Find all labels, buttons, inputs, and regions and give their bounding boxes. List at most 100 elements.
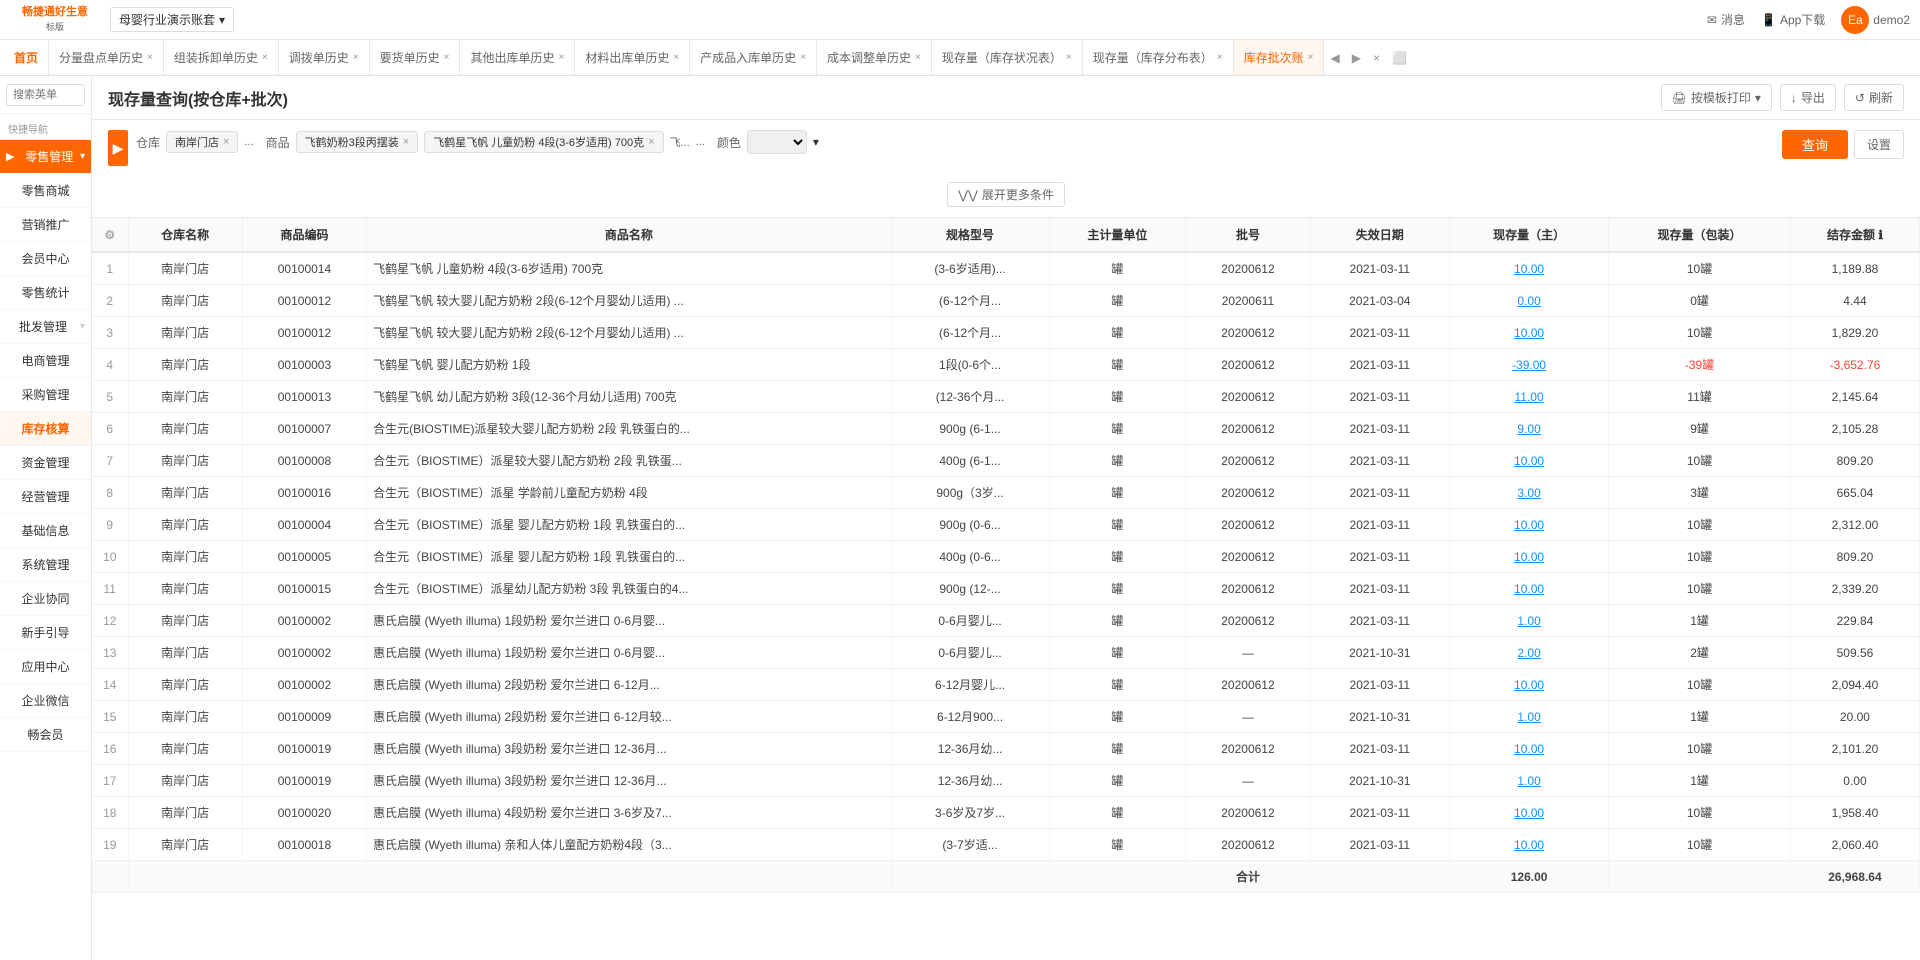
cell-qty[interactable]: 10.00 xyxy=(1449,733,1608,765)
cell-qty[interactable]: 10.00 xyxy=(1449,573,1608,605)
expand-more-button[interactable]: ⋁⋁ 展开更多条件 xyxy=(947,182,1065,207)
tab-left-arrow[interactable]: ◀ xyxy=(1324,51,1345,65)
template-print-button[interactable]: 🖨 按模板打印 ▾ xyxy=(1661,84,1772,111)
filter-expand-btn[interactable]: ▶ xyxy=(108,130,128,166)
tab-xianzunFen[interactable]: 现存量（库存分布表） × xyxy=(1083,40,1234,76)
cell-qty[interactable]: 10.00 xyxy=(1449,541,1608,573)
sidebar-item-lingShaoTong-label: 零售统计 xyxy=(6,284,85,301)
sidebar-item-lingShaoShang[interactable]: 零售商城 xyxy=(0,174,91,208)
cell-qty[interactable]: 1.00 xyxy=(1449,605,1608,637)
product-more-ellipsis[interactable]: ... xyxy=(696,136,705,148)
sidebar-item-lingShaoTong[interactable]: 零售统计 xyxy=(0,276,91,310)
sidebar-item-xiTong[interactable]: 系统管理 xyxy=(0,548,91,582)
cell-spec: 900g (0-6... xyxy=(891,509,1049,541)
cell-code: 00100009 xyxy=(242,701,366,733)
tab-fenPan-close[interactable]: × xyxy=(147,52,153,63)
message-link[interactable]: ✉ 消息 xyxy=(1707,11,1745,28)
col-settings[interactable]: ⚙ xyxy=(92,218,128,252)
sidebar-item-yingYong[interactable]: 应用中心 xyxy=(0,650,91,684)
sidebar-item-dianShang[interactable]: 电商管理 xyxy=(0,344,91,378)
warehouse-tag-close[interactable]: × xyxy=(223,136,229,148)
tab-zuZhe-close[interactable]: × xyxy=(262,52,268,63)
sidebar-item-yingXiao[interactable]: 营销推广 xyxy=(0,208,91,242)
sidebar-item-piHua[interactable]: 批发管理 ▾ xyxy=(0,310,91,344)
app-download-link[interactable]: 📱 App下载 xyxy=(1761,11,1825,28)
tab-qitaChu-close[interactable]: × xyxy=(558,52,564,63)
expand-down-icon: ⋁⋁ xyxy=(958,188,978,202)
product-tag-1-text: 飞鹤星飞帆 儿童奶粉 4段(3-6岁适用) 700克 xyxy=(433,134,644,150)
tab-chanPin-close[interactable]: × xyxy=(800,52,806,63)
cell-qty[interactable]: 9.00 xyxy=(1449,413,1608,445)
tab-right-arrow[interactable]: ▶ xyxy=(1346,51,1367,65)
tab-zuZhe[interactable]: 组装拆卸单历史 × xyxy=(164,40,279,76)
tab-diaobo-close[interactable]: × xyxy=(353,52,359,63)
cell-name: 合生元（BIOSTIME）派星 婴儿配方奶粉 1段 乳铁蛋白的... xyxy=(367,509,891,541)
sidebar-item-jingYing[interactable]: 经营管理 xyxy=(0,480,91,514)
warehouse-more[interactable]: ... xyxy=(244,136,253,148)
tab-piCi-close[interactable]: × xyxy=(1308,52,1314,63)
cell-warehouse: 南岸门店 xyxy=(128,701,242,733)
cell-qty[interactable]: 2.00 xyxy=(1449,637,1608,669)
cell-qty[interactable]: 11.00 xyxy=(1449,381,1608,413)
cell-qty[interactable]: 10.00 xyxy=(1449,445,1608,477)
sidebar-item-jiChu[interactable]: 基础信息 xyxy=(0,514,91,548)
cell-spec: 12-36月幼... xyxy=(891,765,1049,797)
cell-qty[interactable]: 3.00 xyxy=(1449,477,1608,509)
account-dropdown[interactable]: 母婴行业演示账套 ▾ xyxy=(110,7,234,32)
cell-unit: 罐 xyxy=(1049,637,1186,669)
sidebar-item-kuCun[interactable]: 库存核算 xyxy=(0,412,91,446)
cell-warehouse: 南岸门店 xyxy=(128,252,242,285)
sidebar-item-qiYe[interactable]: 企业协同 xyxy=(0,582,91,616)
tab-yaoHuo[interactable]: 要货单历史 × xyxy=(370,40,461,76)
sidebar-item-qiYeWeiXin[interactable]: 企业微信 xyxy=(0,684,91,718)
cell-qty[interactable]: -39.00 xyxy=(1449,349,1608,381)
export-button[interactable]: ↓ 导出 xyxy=(1780,84,1836,111)
tab-chengBen[interactable]: 成本调整单历史 × xyxy=(817,40,932,76)
tab-piCi[interactable]: 库存批次账 × xyxy=(1234,40,1325,76)
cell-qty[interactable]: 1.00 xyxy=(1449,765,1608,797)
cell-qty[interactable]: 10.00 xyxy=(1449,669,1608,701)
cell-code: 00100020 xyxy=(242,797,366,829)
cell-qty[interactable]: 10.00 xyxy=(1449,829,1608,861)
tab-close-all[interactable]: × xyxy=(1367,51,1386,65)
cell-qty-pack: 10罐 xyxy=(1609,733,1791,765)
tab-diaobo[interactable]: 调拨单历史 × xyxy=(279,40,370,76)
tab-caiLiao-close[interactable]: × xyxy=(673,52,679,63)
tab-fenPan[interactable]: 分量盘点单历史 × xyxy=(49,40,164,76)
sidebar-item-caiGou[interactable]: 采购管理 xyxy=(0,378,91,412)
tab-chengBen-close[interactable]: × xyxy=(915,52,921,63)
sidebar-item-xinShou[interactable]: 新手引导 xyxy=(0,616,91,650)
product-tag-1-close[interactable]: × xyxy=(648,136,654,148)
sidebar-item-lingShao[interactable]: ▶ 零售管理 ▾ xyxy=(0,140,91,174)
cell-warehouse: 南岸门店 xyxy=(128,445,242,477)
tab-qitaChu[interactable]: 其他出库单历史 × xyxy=(460,40,575,76)
sidebar-item-ziJin[interactable]: 资金管理 xyxy=(0,446,91,480)
settings-button[interactable]: 设置 xyxy=(1854,130,1904,159)
search-input[interactable] xyxy=(6,84,85,106)
tab-home[interactable]: 首页 xyxy=(4,40,49,76)
query-button[interactable]: 查询 xyxy=(1782,130,1848,159)
cell-qty[interactable]: 1.00 xyxy=(1449,701,1608,733)
page-header: 现存量查询(按仓库+批次) 🖨 按模板打印 ▾ ↓ 导出 ↺ 刷新 xyxy=(92,76,1920,120)
tab-xianzunKu[interactable]: 现存量（库存状况表） × xyxy=(932,40,1083,76)
cell-qty[interactable]: 0.00 xyxy=(1449,285,1608,317)
cell-warehouse: 南岸门店 xyxy=(128,605,242,637)
tab-yaoHuo-close[interactable]: × xyxy=(444,52,450,63)
refresh-button[interactable]: ↺ 刷新 xyxy=(1844,84,1904,111)
cell-name: 惠氏启膜 (Wyeth illuma) 2段奶粉 爱尔兰进口 6-12月... xyxy=(367,669,891,701)
tab-xianzunKu-close[interactable]: × xyxy=(1066,52,1072,63)
sidebar-item-changYuan[interactable]: 畅会员 xyxy=(0,718,91,752)
product-tag-0-close[interactable]: × xyxy=(403,136,409,148)
cell-qty[interactable]: 10.00 xyxy=(1449,509,1608,541)
cell-qty[interactable]: 10.00 xyxy=(1449,252,1608,285)
cell-qty[interactable]: 10.00 xyxy=(1449,317,1608,349)
tab-caiLiao[interactable]: 材料出库单历史 × xyxy=(575,40,690,76)
cell-warehouse: 南岸门店 xyxy=(128,349,242,381)
cell-qty[interactable]: 10.00 xyxy=(1449,797,1608,829)
tab-maximize[interactable]: ⬜ xyxy=(1386,51,1413,65)
color-select[interactable] xyxy=(747,130,807,154)
tab-xianzunFen-close[interactable]: × xyxy=(1217,52,1223,63)
tab-chanPin[interactable]: 产成品入库单历史 × xyxy=(690,40,817,76)
user-profile[interactable]: Ea demo2 xyxy=(1841,6,1910,34)
sidebar-item-huiYuan[interactable]: 会员中心 xyxy=(0,242,91,276)
